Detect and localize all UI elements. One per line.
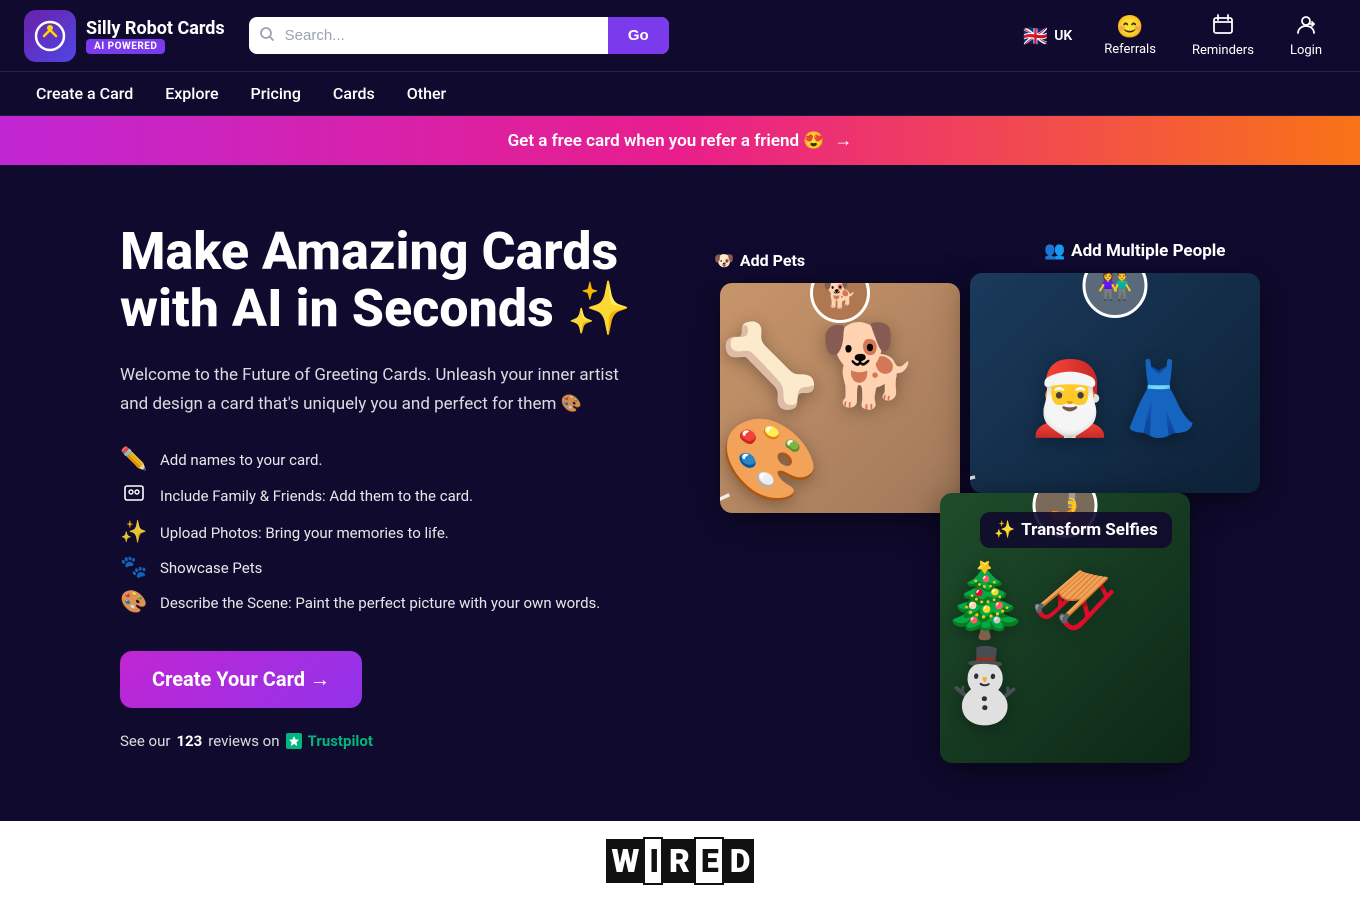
header: Silly Robot Cards AI POWERED Go 🇬🇧 UK 😊 … [0,0,1360,72]
search-icon [249,26,285,46]
feature-text-4: Showcase Pets [160,559,262,577]
promo-arrow: → [834,130,852,151]
feature-item-3: ✨ Upload Photos: Bring your memories to … [120,520,640,545]
trustpilot-area: See our 123 reviews on Trustpilot [120,732,640,750]
search-wrapper: Go [249,17,669,54]
hero-left: Make Amazing Cards with AI in Seconds ✨ … [120,213,640,750]
feature-icon-1: ✏️ [120,447,148,472]
wired-i: I [643,837,663,885]
locale-label: UK [1054,28,1072,44]
header-right: 🇬🇧 UK 😊 Referrals Reminders [1013,5,1336,66]
hero-section: Make Amazing Cards with AI in Seconds ✨ … [0,165,1360,821]
feature-icon-4: 🐾 [120,555,148,580]
flag-icon: 🇬🇧 [1023,24,1048,48]
brand-name: Silly Robot Cards [86,18,225,39]
review-count: 123 [176,732,202,750]
wired-e: E [694,837,724,885]
pets-label-icon: 🐶 [714,251,734,270]
card-people: 👫 ↙ 🎅👗 [970,273,1260,493]
nav-item-cards[interactable]: Cards [321,80,387,107]
feature-icon-5: 🎨 [120,590,148,615]
wired-section: W I R E D [0,821,1360,901]
promo-text: Get a free card when you refer a friend … [508,131,825,151]
logo-icon [24,10,76,62]
reminders-button[interactable]: Reminders [1178,5,1268,66]
label-add-people: 👥 Add Multiple People [1030,233,1239,269]
promo-banner[interactable]: Get a free card when you refer a friend … [0,116,1360,165]
wired-w: W [606,839,644,883]
feature-item-2: Include Family & Friends: Add them to th… [120,482,640,510]
login-button[interactable]: Login [1276,5,1336,66]
nav-item-other[interactable]: Other [395,80,458,107]
feature-icon-2 [120,482,148,510]
main-nav: Create a Card Explore Pricing Cards Othe… [0,72,1360,116]
feature-text-1: Add names to your card. [160,451,322,469]
wired-r: R [663,839,694,883]
people-label-text: Add Multiple People [1071,241,1225,261]
feature-item-1: ✏️ Add names to your card. [120,447,640,472]
nav-item-explore[interactable]: Explore [153,80,230,107]
search-area: Go [249,17,669,54]
people-label-icon: 👥 [1044,241,1065,261]
referrals-label: Referrals [1104,42,1156,57]
trustpilot-prefix: See our [120,732,170,750]
ai-badge: AI POWERED [86,39,165,54]
login-label: Login [1290,43,1322,58]
pets-label-text: Add Pets [740,251,805,270]
login-icon [1295,13,1317,41]
reminders-icon [1212,13,1234,41]
trustpilot-link[interactable]: Trustpilot [286,732,373,750]
feature-text-5: Describe the Scene: Paint the perfect pi… [160,594,600,612]
trustpilot-label-text: Trustpilot [308,732,373,750]
hero-title: Make Amazing Cards with AI in Seconds ✨ [120,223,640,337]
referrals-button[interactable]: 😊 Referrals [1090,7,1170,65]
label-add-pets: 🐶 Add Pets [700,243,819,278]
features-list: ✏️ Add names to your card. Include Famil… [120,447,640,615]
feature-item-4: 🐾 Showcase Pets [120,555,640,580]
selfies-label-text: Transform Selfies [1021,520,1158,540]
feature-text-3: Upload Photos: Bring your memories to li… [160,524,449,542]
nav-item-pricing[interactable]: Pricing [239,80,313,107]
create-card-button[interactable]: Create Your Card → [120,651,362,708]
reminders-label: Reminders [1192,43,1254,58]
logo-text: Silly Robot Cards AI POWERED [86,18,225,54]
trustpilot-mid: reviews on [208,732,279,750]
feature-item-5: 🎨 Describe the Scene: Paint the perfect … [120,590,640,615]
nav-item-create-a-card[interactable]: Create a Card [24,80,145,107]
search-input[interactable] [285,17,608,54]
wired-d: D [724,839,755,883]
hero-subtitle: Welcome to the Future of Greeting Cards.… [120,361,640,419]
go-button[interactable]: Go [608,17,669,54]
feature-icon-3: ✨ [120,520,148,545]
wired-logo: W I R E D [606,837,755,885]
locale-selector[interactable]: 🇬🇧 UK [1013,18,1082,54]
label-transform-selfies: ✨ Transform Selfies [980,512,1172,548]
feature-text-2: Include Family & Friends: Add them to th… [160,487,473,505]
selfies-label-icon: ✨ [994,520,1015,540]
hero-right: 🐶 Add Pets 🐕 ↙ 🦴🐕🎨 👥 Add Multiple People… [680,213,1280,773]
card-pets: 🐕 ↙ 🦴🐕🎨 [720,283,960,513]
logo-link[interactable]: Silly Robot Cards AI POWERED [24,10,225,62]
referrals-icon: 😊 [1116,15,1143,40]
